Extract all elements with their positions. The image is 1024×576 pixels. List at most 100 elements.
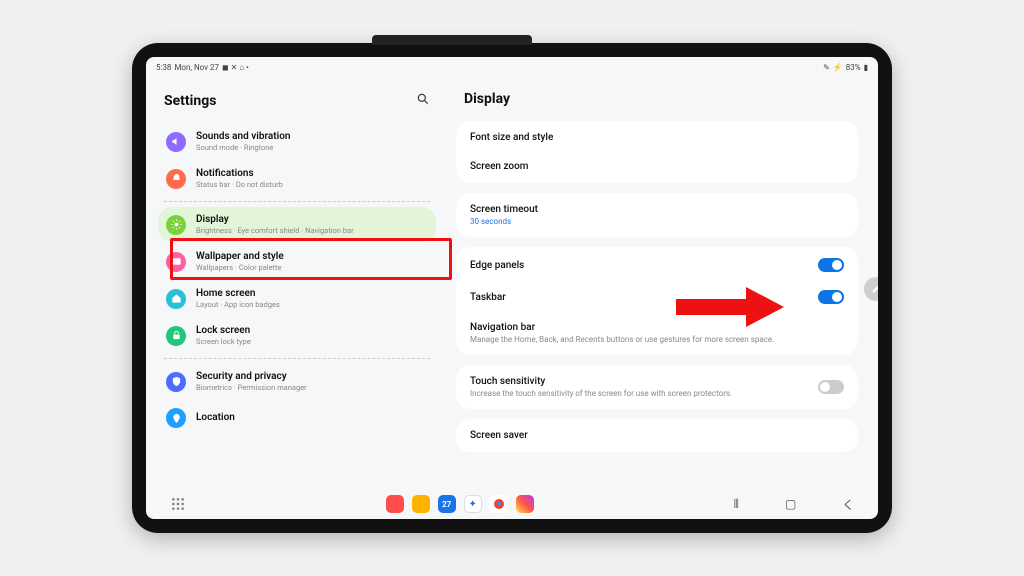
recents-button[interactable]: ⦀ — [734, 497, 739, 512]
tablet-frame: 5:38 Mon, Nov 27 ◼ ✕ ⌂ • ✎ ⚡ 83% ▮ Setti… — [132, 43, 892, 533]
sidebar-item-display[interactable]: DisplayBrightness · Eye comfort shield ·… — [158, 207, 436, 242]
settings-card: Touch sensitivity Increase the touch sens… — [456, 365, 858, 409]
detail-title: Display — [456, 85, 862, 121]
setting-label: Edge panels — [470, 260, 524, 271]
setting-row-screen-timeout[interactable]: Screen timeout 30 seconds — [456, 195, 858, 235]
dock-app-calendar[interactable]: 27 — [438, 495, 456, 513]
sidebar-item-text: Location — [196, 412, 235, 424]
sun-icon — [166, 215, 186, 235]
image-icon — [166, 252, 186, 272]
setting-subtitle: Manage the Home, Back, and Recents butto… — [470, 335, 774, 344]
sidebar-item-text: Wallpaper and styleWallpapers · Color pa… — [196, 251, 284, 272]
sidebar-item-text: NotificationsStatus bar · Do not disturb — [196, 168, 283, 189]
pen-icon: ✎ — [823, 63, 830, 72]
setting-row-taskbar[interactable]: Taskbar — [456, 281, 858, 313]
setting-subtitle: 30 seconds — [470, 217, 538, 226]
sidebar-item-subtitle: Layout · App icon badges — [196, 300, 280, 309]
sidebar-item-location[interactable]: Location — [158, 401, 436, 435]
sidebar-item-title: Location — [196, 412, 235, 424]
sidebar-item-subtitle: Biometrics · Permission manager — [196, 383, 307, 392]
setting-label: Touch sensitivity — [470, 376, 732, 387]
sidebar-item-title: Wallpaper and style — [196, 251, 284, 263]
setting-label: Screen zoom — [470, 161, 529, 172]
camera-notch — [372, 35, 532, 45]
sidebar-item-subtitle: Status bar · Do not disturb — [196, 180, 283, 189]
sidebar-item-text: Sounds and vibrationSound mode · Rington… — [196, 131, 291, 152]
toggle-taskbar[interactable] — [818, 290, 844, 304]
screen: 5:38 Mon, Nov 27 ◼ ✕ ⌂ • ✎ ⚡ 83% ▮ Setti… — [146, 57, 878, 519]
settings-list-pane: Settings Sounds and vibrationSound mode … — [146, 77, 448, 489]
taskbar-dock: 27 ✦ — [386, 495, 534, 513]
settings-card: Font size and style Screen zoom — [456, 121, 858, 183]
setting-subtitle: Increase the touch sensitivity of the sc… — [470, 389, 732, 398]
sidebar-item-title: Home screen — [196, 288, 280, 300]
setting-row-edge-panels[interactable]: Edge panels — [456, 249, 858, 281]
dock-app-chrome[interactable] — [490, 495, 508, 513]
status-icons: ◼ ✕ ⌂ • — [222, 63, 249, 72]
detail-pane: Display Font size and style Screen zoom Sc… — [448, 77, 878, 489]
setting-text: Touch sensitivity Increase the touch sens… — [470, 376, 732, 398]
sidebar-item-text: DisplayBrightness · Eye comfort shield ·… — [196, 214, 354, 235]
status-time: 5:38 — [156, 63, 171, 72]
home-button[interactable]: ▢ — [785, 497, 796, 511]
setting-text: Screen timeout 30 seconds — [470, 204, 538, 226]
sidebar-item-title: Security and privacy — [196, 371, 307, 383]
settings-card: Edge panels Taskbar Navigation bar Manage t… — [456, 247, 858, 355]
dock-app-2[interactable] — [412, 495, 430, 513]
toggle-touch-sensitivity[interactable] — [818, 380, 844, 394]
settings-title: Settings — [164, 93, 216, 109]
sidebar-item-sounds-and-vibration[interactable]: Sounds and vibrationSound mode · Rington… — [158, 124, 436, 159]
sidebar-item-notifications[interactable]: NotificationsStatus bar · Do not disturb — [158, 161, 436, 196]
sidebar-item-subtitle: Screen lock type — [196, 337, 251, 346]
setting-label: Navigation bar — [470, 322, 774, 333]
home-icon — [166, 289, 186, 309]
settings-cards: Font size and style Screen zoom Screen tim… — [456, 121, 862, 489]
settings-card: Screen saver — [456, 419, 858, 452]
sidebar-item-home-screen[interactable]: Home screenLayout · App icon badges — [158, 281, 436, 316]
content: Settings Sounds and vibrationSound mode … — [146, 77, 878, 489]
volume-icon — [166, 132, 186, 152]
shield-icon — [166, 372, 186, 392]
setting-text: Navigation bar Manage the Home, Back, and… — [470, 322, 774, 344]
sidebar-item-title: Sounds and vibration — [196, 131, 291, 143]
system-nav-bar: 27 ✦ ⦀ ▢ く — [146, 489, 878, 519]
dock-app-4[interactable]: ✦ — [464, 495, 482, 513]
setting-label: Screen timeout — [470, 204, 538, 215]
category-divider — [164, 201, 430, 202]
sidebar-item-subtitle: Wallpapers · Color palette — [196, 263, 284, 272]
pin-icon — [166, 408, 186, 428]
setting-row-screen-saver[interactable]: Screen saver — [456, 421, 858, 450]
setting-label: Screen saver — [470, 430, 528, 441]
sidebar-item-title: Display — [196, 214, 354, 226]
wifi-off-icon: ⚡ — [833, 63, 843, 72]
setting-text: Edge panels — [470, 260, 524, 271]
sidebar-item-title: Notifications — [196, 168, 283, 180]
setting-label: Font size and style — [470, 132, 553, 143]
status-date: Mon, Nov 27 — [174, 63, 219, 72]
dock-app-1[interactable] — [386, 495, 404, 513]
setting-row-screen-zoom[interactable]: Screen zoom — [456, 152, 858, 181]
bell-icon — [166, 169, 186, 189]
lock-icon — [166, 326, 186, 346]
sidebar-item-text: Lock screenScreen lock type — [196, 325, 251, 346]
dock-app-instagram[interactable] — [516, 495, 534, 513]
back-button[interactable]: く — [842, 496, 854, 513]
edit-panel-handle[interactable] — [864, 277, 878, 301]
sidebar-item-security-and-privacy[interactable]: Security and privacyBiometrics · Permiss… — [158, 364, 436, 399]
setting-row-navigation-bar[interactable]: Navigation bar Manage the Home, Back, and… — [456, 313, 858, 353]
toggle-edge-panels[interactable] — [818, 258, 844, 272]
settings-card: Screen timeout 30 seconds — [456, 193, 858, 237]
setting-row-font-size-and-style[interactable]: Font size and style — [456, 123, 858, 152]
sidebar-item-subtitle: Sound mode · Ringtone — [196, 143, 291, 152]
sidebar-item-wallpaper-and-style[interactable]: Wallpaper and styleWallpapers · Color pa… — [158, 244, 436, 279]
status-bar: 5:38 Mon, Nov 27 ◼ ✕ ⌂ • ✎ ⚡ 83% ▮ — [146, 57, 878, 77]
search-icon[interactable] — [416, 91, 430, 110]
apps-grid-icon[interactable] — [170, 496, 186, 512]
setting-text: Screen zoom — [470, 161, 529, 172]
battery-icon: ▮ — [864, 63, 868, 72]
sidebar-item-title: Lock screen — [196, 325, 251, 337]
sidebar-item-lock-screen[interactable]: Lock screenScreen lock type — [158, 318, 436, 353]
sidebar-item-text: Security and privacyBiometrics · Permiss… — [196, 371, 307, 392]
setting-row-touch-sensitivity[interactable]: Touch sensitivity Increase the touch sens… — [456, 367, 858, 407]
nav-buttons: ⦀ ▢ く — [734, 496, 855, 513]
